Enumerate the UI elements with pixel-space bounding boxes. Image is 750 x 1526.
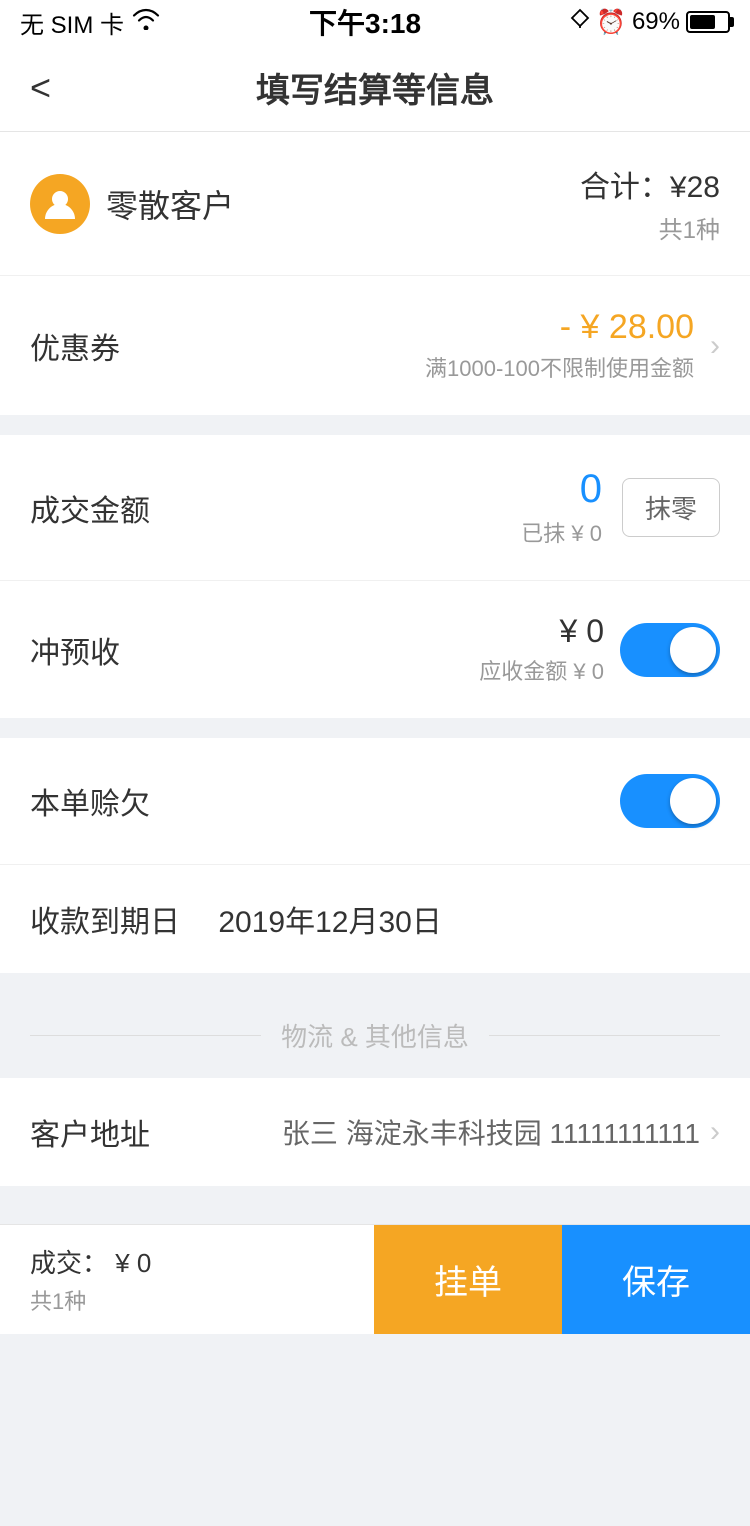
status-right: ⏰ 69% xyxy=(570,8,730,37)
amount-subtext: 已抹 ¥ 0 xyxy=(521,516,602,548)
address-label: 客户地址 xyxy=(30,1110,150,1154)
customer-row: 零散客户 合计：¥28 共1种 xyxy=(0,132,750,275)
coupon-value-wrap: - ¥ 28.00 满1000-100不限制使用金额 xyxy=(425,308,694,383)
amount-value: 0 xyxy=(521,467,602,512)
bottom-count: 共1种 xyxy=(30,1284,344,1316)
save-button[interactable]: 保存 xyxy=(562,1225,750,1334)
carrier-text: 无 SIM 卡 xyxy=(20,5,124,40)
status-time: 下午3:18 xyxy=(309,2,421,42)
debt-toggle-knob xyxy=(670,778,716,824)
prepay-subtext: 应收金额 ¥ 0 xyxy=(479,654,604,686)
status-bar: 无 SIM 卡 下午3:18 ⏰ 69% xyxy=(0,0,750,44)
toggle-knob xyxy=(670,627,716,673)
total-count: 共1种 xyxy=(580,210,720,245)
avatar xyxy=(30,174,90,234)
debt-toggle[interactable] xyxy=(620,774,720,828)
address-section: 客户地址 张三 海淀永丰科技园 11111111111 › xyxy=(0,1078,750,1186)
prepay-right: ¥ 0 应收金额 ¥ 0 xyxy=(479,613,720,686)
logistics-line-left xyxy=(30,1035,261,1036)
chevron-right-icon: › xyxy=(710,329,720,363)
coupon-right: - ¥ 28.00 满1000-100不限制使用金额 › xyxy=(425,308,720,383)
amount-label: 成交金额 xyxy=(30,486,150,530)
customer-section: 零散客户 合计：¥28 共1种 优惠券 - ¥ 28.00 满1000-100不… xyxy=(0,132,750,415)
address-row[interactable]: 客户地址 张三 海淀永丰科技园 11111111111 › xyxy=(0,1078,750,1186)
hold-button[interactable]: 挂单 xyxy=(374,1225,562,1334)
amount-section: 成交金额 0 已抹 ¥ 0 抹零 冲预收 ¥ 0 应收金额 ¥ 0 xyxy=(0,435,750,718)
prepay-label: 冲预收 xyxy=(30,628,120,672)
due-date-row: 收款到期日 2019年12月30日 xyxy=(0,864,750,973)
amount-row-wrap: 成交金额 0 已抹 ¥ 0 抹零 xyxy=(0,435,750,580)
prepay-toggle[interactable] xyxy=(620,623,720,677)
debt-label: 本单赊欠 xyxy=(30,779,150,823)
due-date-label: 收款到期日 xyxy=(30,906,180,939)
logistics-header: 物流 & 其他信息 xyxy=(0,993,750,1078)
location-icon xyxy=(570,8,590,37)
logistics-line-right xyxy=(489,1035,720,1036)
bottom-deal-amount: ¥ 0 xyxy=(115,1248,151,1278)
address-chevron-icon: › xyxy=(710,1115,720,1149)
coupon-discount: - ¥ 28.00 xyxy=(425,308,694,347)
page-title: 填写结算等信息 xyxy=(256,63,494,112)
round-button[interactable]: 抹零 xyxy=(622,478,720,537)
bottom-deal-label: 成交： xyxy=(30,1248,108,1278)
customer-left: 零散客户 xyxy=(30,174,234,234)
status-left: 无 SIM 卡 xyxy=(20,5,160,40)
coupon-label: 优惠券 xyxy=(30,324,120,368)
debt-row: 本单赊欠 xyxy=(0,738,750,864)
bottom-deal-row: 成交： ¥ 0 xyxy=(30,1243,344,1280)
battery-icon xyxy=(686,11,730,33)
bottom-summary: 成交： ¥ 0 共1种 xyxy=(0,1225,374,1334)
bottom-bar: 成交： ¥ 0 共1种 挂单 保存 xyxy=(0,1224,750,1334)
coupon-subtext: 满1000-100不限制使用金额 xyxy=(425,351,694,383)
logistics-label: 物流 & 其他信息 xyxy=(281,1017,469,1054)
coupon-row[interactable]: 优惠券 - ¥ 28.00 满1000-100不限制使用金额 › xyxy=(0,275,750,415)
amount-right: 0 已抹 ¥ 0 抹零 xyxy=(521,467,720,548)
amount-value-wrap: 0 已抹 ¥ 0 xyxy=(521,467,602,548)
due-date-value: 2019年12月30日 xyxy=(218,906,441,939)
total-amount: 合计：¥28 xyxy=(580,162,720,206)
nav-bar: < 填写结算等信息 xyxy=(0,44,750,132)
address-value: 张三 海淀永丰科技园 11111111111 xyxy=(170,1112,700,1152)
prepay-value-wrap: ¥ 0 应收金额 ¥ 0 xyxy=(479,613,604,686)
alarm-icon: ⏰ xyxy=(596,8,626,37)
amount-row: 成交金额 0 已抹 ¥ 0 抹零 xyxy=(30,467,720,548)
back-button[interactable]: < xyxy=(30,67,51,109)
customer-name: 零散客户 xyxy=(106,181,234,227)
customer-summary: 合计：¥28 共1种 xyxy=(580,162,720,245)
debt-section: 本单赊欠 收款到期日 2019年12月30日 xyxy=(0,738,750,973)
prepay-amount: ¥ 0 xyxy=(479,613,604,650)
wifi-icon xyxy=(132,8,160,37)
prepay-row: 冲预收 ¥ 0 应收金额 ¥ 0 xyxy=(0,580,750,718)
battery-percent: 69% xyxy=(632,8,680,36)
